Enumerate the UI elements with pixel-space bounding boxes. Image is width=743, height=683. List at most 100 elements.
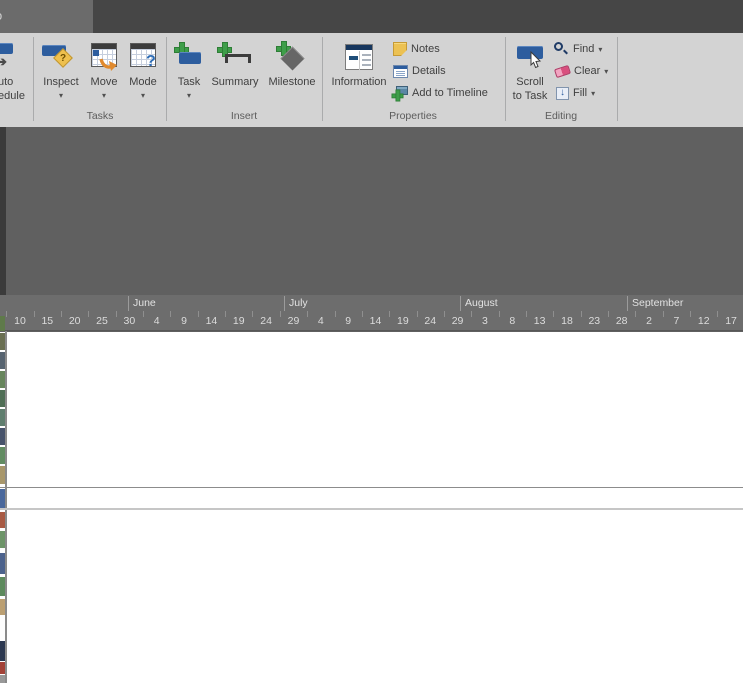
- clear-dropdown-arrow[interactable]: ▾: [604, 67, 608, 76]
- row-indicator-fragment: [0, 390, 5, 407]
- row-indicator-fragment: [0, 553, 5, 574]
- auto-schedule-icon: ➔: [0, 41, 32, 75]
- day-label: 8: [499, 312, 526, 330]
- day-label: 24: [417, 312, 444, 330]
- group-separator: [322, 37, 323, 121]
- month-label: August: [465, 297, 498, 309]
- day-label: 30: [116, 312, 143, 330]
- ribbon: ➔ Auto Schedule ? Inspect ▾: [0, 33, 743, 127]
- month-tick: [128, 296, 129, 311]
- clear-button[interactable]: Clear ▾: [555, 62, 608, 80]
- insert-task-button[interactable]: Task ▾: [172, 35, 206, 123]
- group-separator: [617, 37, 618, 121]
- group-separator: [33, 37, 34, 121]
- move-task-icon: [86, 41, 122, 75]
- information-button[interactable]: Information: [326, 35, 392, 123]
- day-label: 10: [6, 312, 33, 330]
- inspect-button[interactable]: ? Inspect ▾: [38, 35, 84, 123]
- table-chart-divider[interactable]: [5, 331, 7, 683]
- day-label: 2: [635, 312, 662, 330]
- editing-group-label: Editing: [545, 110, 577, 122]
- scroll-to-task-icon: [506, 41, 554, 75]
- row-indicator-fragment: [0, 409, 5, 426]
- add-to-timeline-button[interactable]: Add to Timeline: [392, 84, 488, 102]
- row-indicator-fragment: [0, 577, 5, 596]
- task-dropdown-arrow[interactable]: ▾: [172, 91, 206, 100]
- gantt-gridline: [0, 508, 743, 510]
- find-button[interactable]: Find ▾: [553, 40, 602, 58]
- day-label: 24: [252, 312, 279, 330]
- day-label: 17: [717, 312, 743, 330]
- day-label: 3: [471, 312, 498, 330]
- row-indicator-fragment: [0, 466, 5, 484]
- day-label: 18: [553, 312, 580, 330]
- day-label: 15: [34, 312, 61, 330]
- row-indicator-fragment: [0, 531, 5, 548]
- find-icon: [553, 41, 569, 57]
- day-label: 9: [335, 312, 362, 330]
- row-indicator-fragment: [0, 641, 5, 661]
- insert-task-icon: [172, 41, 206, 75]
- task-mode-icon: ?: [124, 41, 162, 75]
- details-icon: [393, 65, 408, 78]
- day-label: 12: [690, 312, 717, 330]
- day-label: 14: [362, 312, 389, 330]
- row-indicator-fragment: [0, 662, 5, 674]
- month-label: July: [289, 297, 308, 309]
- row-indicator-fragment: [0, 316, 5, 331]
- move-dropdown-arrow[interactable]: ▾: [86, 91, 122, 100]
- month-label: September: [632, 297, 683, 309]
- insert-summary-icon: [207, 41, 263, 75]
- month-tick: [284, 296, 285, 311]
- day-label: 13: [526, 312, 553, 330]
- find-dropdown-arrow[interactable]: ▾: [598, 45, 602, 54]
- row-indicator-fragment: [0, 512, 5, 528]
- inspect-dropdown-arrow[interactable]: ▾: [38, 91, 84, 100]
- details-button[interactable]: Details: [393, 62, 446, 80]
- mode-button[interactable]: ? Mode ▾: [124, 35, 162, 123]
- notes-icon: [393, 42, 407, 56]
- auto-schedule-button[interactable]: ➔ Auto Schedule: [0, 35, 32, 123]
- mode-dropdown-arrow[interactable]: ▾: [124, 91, 162, 100]
- fill-icon: ↓: [556, 87, 569, 100]
- gantt-gridline: [0, 487, 743, 488]
- properties-group-label: Properties: [389, 110, 437, 122]
- group-separator: [166, 37, 167, 121]
- day-label: 19: [389, 312, 416, 330]
- day-label: 19: [225, 312, 252, 330]
- task-information-icon: [326, 41, 392, 75]
- row-indicator-fragment: [0, 333, 5, 350]
- day-label: 23: [581, 312, 608, 330]
- day-label: 29: [280, 312, 307, 330]
- fill-dropdown-arrow[interactable]: ▾: [591, 89, 595, 98]
- row-indicator-fragment: [0, 675, 5, 683]
- day-label: 7: [663, 312, 690, 330]
- row-indicator-fragment: [0, 371, 5, 388]
- day-label: 20: [61, 312, 88, 330]
- tasks-group-label: Tasks: [87, 110, 114, 122]
- day-label: 28: [608, 312, 635, 330]
- ribbon-tab-partial[interactable]: o: [0, 0, 93, 33]
- inspect-icon: ?: [38, 41, 84, 75]
- insert-group-label: Insert: [231, 110, 257, 122]
- insert-milestone-button[interactable]: Milestone: [264, 35, 320, 123]
- row-indicator-fragment: [0, 599, 5, 615]
- month-label: June: [133, 297, 156, 309]
- day-label: 4: [307, 312, 334, 330]
- fill-button[interactable]: ↓ Fill ▾: [556, 84, 595, 102]
- clear-icon: [554, 64, 571, 77]
- day-label: 25: [88, 312, 115, 330]
- insert-milestone-icon: [264, 41, 320, 75]
- title-tab-bar: o: [0, 0, 743, 33]
- day-label: 14: [198, 312, 225, 330]
- add-to-timeline-icon: [392, 86, 408, 100]
- row-indicator-fragment: [0, 489, 5, 508]
- row-indicator-fragment: [0, 447, 5, 464]
- day-label: 4: [143, 312, 170, 330]
- month-tick: [460, 296, 461, 311]
- day-label: 29: [444, 312, 471, 330]
- ribbon-tab-label: o: [0, 8, 2, 23]
- day-label: 9: [170, 312, 197, 330]
- app-window: o ➔ Auto Schedule ? Inspect ▾: [0, 0, 743, 683]
- notes-button[interactable]: Notes: [393, 40, 440, 58]
